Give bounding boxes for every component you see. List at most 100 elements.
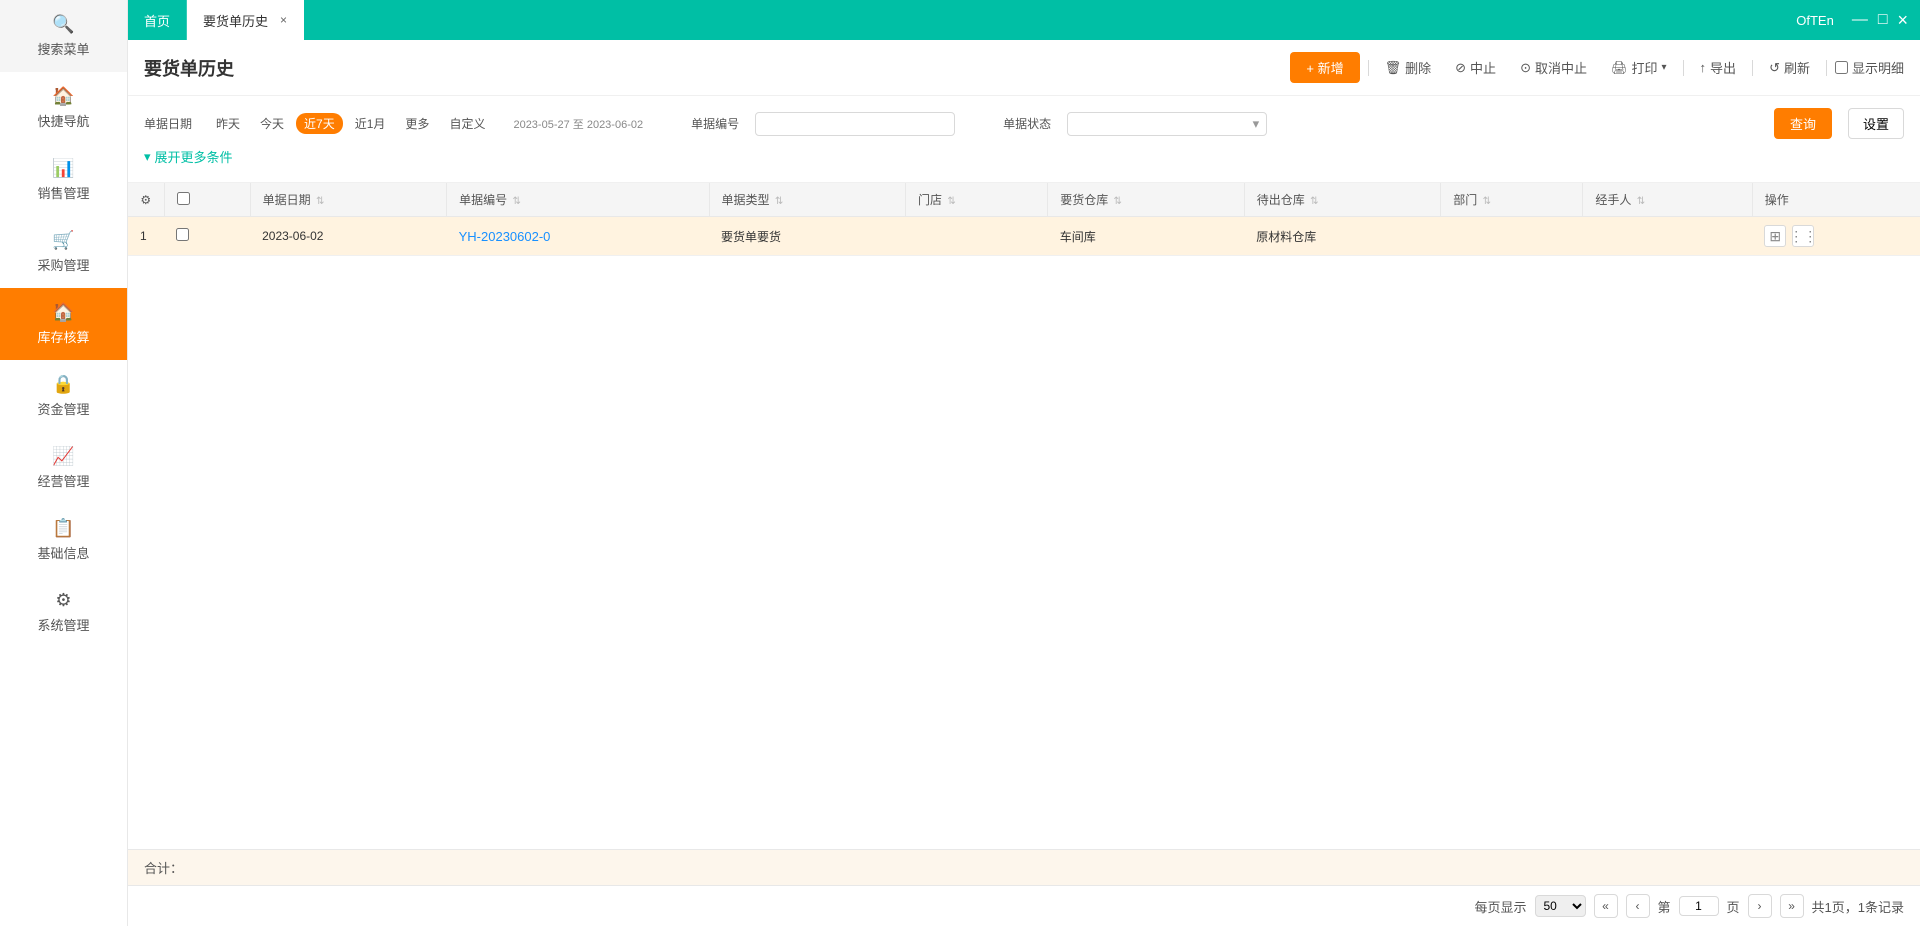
toolbar: + 新增 🗑 删除 ⊘ 中止 ⊙ 取消中止 🖨 打印 ▾ <box>1290 52 1904 83</box>
quick-nav-icon: 🏠 <box>52 86 74 107</box>
th-type: 单据类型 ⇅ <box>709 183 906 217</box>
sidebar-label: 基础信息 <box>37 543 89 562</box>
recent7-btn[interactable]: 近7天 <box>296 113 343 134</box>
pagination-bar: 每页显示 50 10 20 100 « ‹ 第 页 › » 共1页，1条记录 <box>128 885 1920 926</box>
maximize-btn[interactable]: □ <box>1878 11 1888 29</box>
new-button[interactable]: + 新增 <box>1290 52 1359 83</box>
th-settings[interactable]: ⚙ <box>128 183 164 217</box>
delete-button[interactable]: 🗑 删除 <box>1377 54 1440 81</box>
sort-date-icon[interactable]: ⇅ <box>316 196 324 207</box>
th-date: 单据日期 ⇅ <box>250 183 447 217</box>
purchase-icon: 🛒 <box>52 230 74 251</box>
sidebar-item-purchase[interactable]: 🛒采购管理 <box>0 216 127 288</box>
toolbar-divider-2 <box>1683 60 1684 76</box>
sidebar-item-finance[interactable]: 🔒资金管理 <box>0 360 127 432</box>
tab-label: 首页 <box>144 11 170 30</box>
sidebar-item-operation[interactable]: 📈 经营管理 <box>0 432 127 504</box>
show-detail-checkbox[interactable] <box>1835 61 1848 74</box>
filter-row-1: 单据日期 昨天 今天 近7天 近1月 更多 自定义 2023-05-27 至 2… <box>144 108 1904 139</box>
bill-status-select-wrapper <box>1067 112 1267 136</box>
expand-conditions-btn[interactable]: ▾ 展开更多条件 <box>144 147 233 166</box>
th-req-warehouse: 要货仓库 ⇅ <box>1048 183 1245 217</box>
row-checkbox-0[interactable] <box>176 228 189 241</box>
bill-number-input[interactable] <box>755 112 955 136</box>
search-icon: 🔍 <box>52 14 74 35</box>
sort-store-icon[interactable]: ⇅ <box>947 196 955 207</box>
cancel-suspend-button[interactable]: ⊙ 取消中止 <box>1512 54 1595 81</box>
window-close-btn[interactable]: × <box>1897 10 1908 31</box>
sidebar-item-sales[interactable]: 📊 销售管理 <box>0 144 127 216</box>
sidebar-label: 销售管理 <box>37 183 89 202</box>
more-date-btn[interactable]: 更多 <box>397 113 437 134</box>
app-name-label: OfTEn <box>1796 13 1834 28</box>
sidebar-item-basic[interactable]: 📋基础信息 <box>0 504 127 576</box>
bill-status-label: 单据状态 <box>1003 115 1051 132</box>
tab-home[interactable]: 首页 <box>128 0 187 40</box>
sidebar-label: 经营管理 <box>37 471 89 490</box>
refresh-button[interactable]: ↺ 刷新 <box>1761 54 1818 81</box>
table-wrapper: ⚙ 单据日期 ⇅ 单据编号 ⇅ 单据类型 ⇅ 门店 ⇅ 要货仓库 ⇅ 待出仓库 … <box>128 183 1920 849</box>
bill-status-select[interactable] <box>1067 112 1267 136</box>
more-action-btn[interactable]: ⋮⋮ <box>1792 225 1814 247</box>
sort-pend-wh-icon[interactable]: ⇅ <box>1310 196 1318 207</box>
view-action-btn[interactable]: ⊞ <box>1764 225 1786 247</box>
bill-number-link-0[interactable]: YH-20230602-0 <box>459 229 551 244</box>
th-dept: 部门 ⇅ <box>1441 183 1583 217</box>
cell-store <box>906 217 1048 256</box>
th-pending-warehouse: 待出仓库 ⇅ <box>1244 183 1441 217</box>
suspend-button[interactable]: ⊘ 中止 <box>1447 54 1504 81</box>
sidebar-item-quick-nav[interactable]: 🏠 快捷导航 <box>0 72 127 144</box>
suspend-icon: ⊘ <box>1455 60 1466 76</box>
cell-date: 2023-06-02 <box>250 217 447 256</box>
th-handler: 经手人 ⇅ <box>1583 183 1752 217</box>
th-action: 操作 <box>1752 183 1920 217</box>
cancel-suspend-icon: ⊙ <box>1520 60 1531 76</box>
sidebar-item-search[interactable]: 🔍 搜索菜单 <box>0 0 127 72</box>
sidebar-label: 快捷导航 <box>37 111 89 130</box>
sort-handler-icon[interactable]: ⇅ <box>1637 196 1645 207</box>
bill-number-label: 单据编号 <box>691 115 739 132</box>
tab-requisition-history[interactable]: 要货单历史× <box>187 0 304 40</box>
sales-icon: 📊 <box>52 158 74 179</box>
cell-req-warehouse: 车间库 <box>1048 217 1245 256</box>
requisition-table: ⚙ 单据日期 ⇅ 单据编号 ⇅ 单据类型 ⇅ 门店 ⇅ 要货仓库 ⇅ 待出仓库 … <box>128 183 1920 256</box>
sort-dept-icon[interactable]: ⇅ <box>1483 196 1491 207</box>
recent1month-btn[interactable]: 近1月 <box>347 113 394 134</box>
header-row: ⚙ 单据日期 ⇅ 单据编号 ⇅ 单据类型 ⇅ 门店 ⇅ 要货仓库 ⇅ 待出仓库 … <box>128 183 1920 217</box>
print-button[interactable]: 🖨 打印 ▾ <box>1603 54 1675 81</box>
page-input[interactable] <box>1679 896 1719 916</box>
sidebar-item-inventory[interactable]: 🏠库存核算 <box>0 288 127 360</box>
print-icon: 🖨 <box>1611 60 1628 76</box>
sort-type-icon[interactable]: ⇅ <box>775 196 783 207</box>
next-page-btn[interactable]: › <box>1748 894 1772 918</box>
sort-number-icon[interactable]: ⇅ <box>512 196 520 207</box>
print-dropdown-icon: ▾ <box>1662 62 1667 73</box>
prev-page-btn[interactable]: ‹ <box>1626 894 1650 918</box>
custom-date-btn[interactable]: 自定义 <box>441 113 493 134</box>
table-row: 1 2023-06-02 YH-20230602-0 要货单要货 车间库 原材料… <box>128 217 1920 256</box>
show-detail-toggle[interactable]: 显示明细 <box>1835 58 1904 77</box>
tab-close-requisition-history[interactable]: × <box>280 13 287 27</box>
delete-icon: 🗑 <box>1385 60 1402 76</box>
export-button[interactable]: ↑ 导出 <box>1692 54 1745 81</box>
operation-icon: 📈 <box>52 446 74 467</box>
date-filter-label: 单据日期 <box>144 115 192 132</box>
sidebar: 🔍 搜索菜单 🏠 快捷导航 📊 销售管理 🛒采购管理🏠库存核算🔒资金管理 📈 经营管理 📋基础信息… <box>0 0 128 926</box>
filter-row-expand: ▾ 展开更多条件 <box>144 147 1904 174</box>
content-area: 要货单历史 + 新增 🗑 删除 ⊘ 中止 ⊙ 取消中止 🖨 打 <box>128 40 1920 926</box>
minimize-btn[interactable]: — <box>1852 11 1868 29</box>
today-btn[interactable]: 今天 <box>252 113 292 134</box>
settings-button[interactable]: 设置 <box>1848 108 1904 139</box>
first-page-btn[interactable]: « <box>1594 894 1618 918</box>
last-page-btn[interactable]: » <box>1780 894 1804 918</box>
toolbar-divider-4 <box>1826 60 1827 76</box>
per-page-select[interactable]: 50 10 20 100 <box>1535 895 1586 917</box>
total-label: 合计： <box>144 861 183 876</box>
query-button[interactable]: 查询 <box>1774 108 1832 139</box>
select-all-checkbox[interactable] <box>177 192 190 205</box>
yesterday-btn[interactable]: 昨天 <box>208 113 248 134</box>
sidebar-item-system[interactable]: ⚙系统管理 <box>0 576 127 648</box>
per-page-label: 每页显示 <box>1474 897 1526 916</box>
sidebar-label: 搜索菜单 <box>37 39 89 58</box>
sort-req-wh-icon[interactable]: ⇅ <box>1114 196 1122 207</box>
